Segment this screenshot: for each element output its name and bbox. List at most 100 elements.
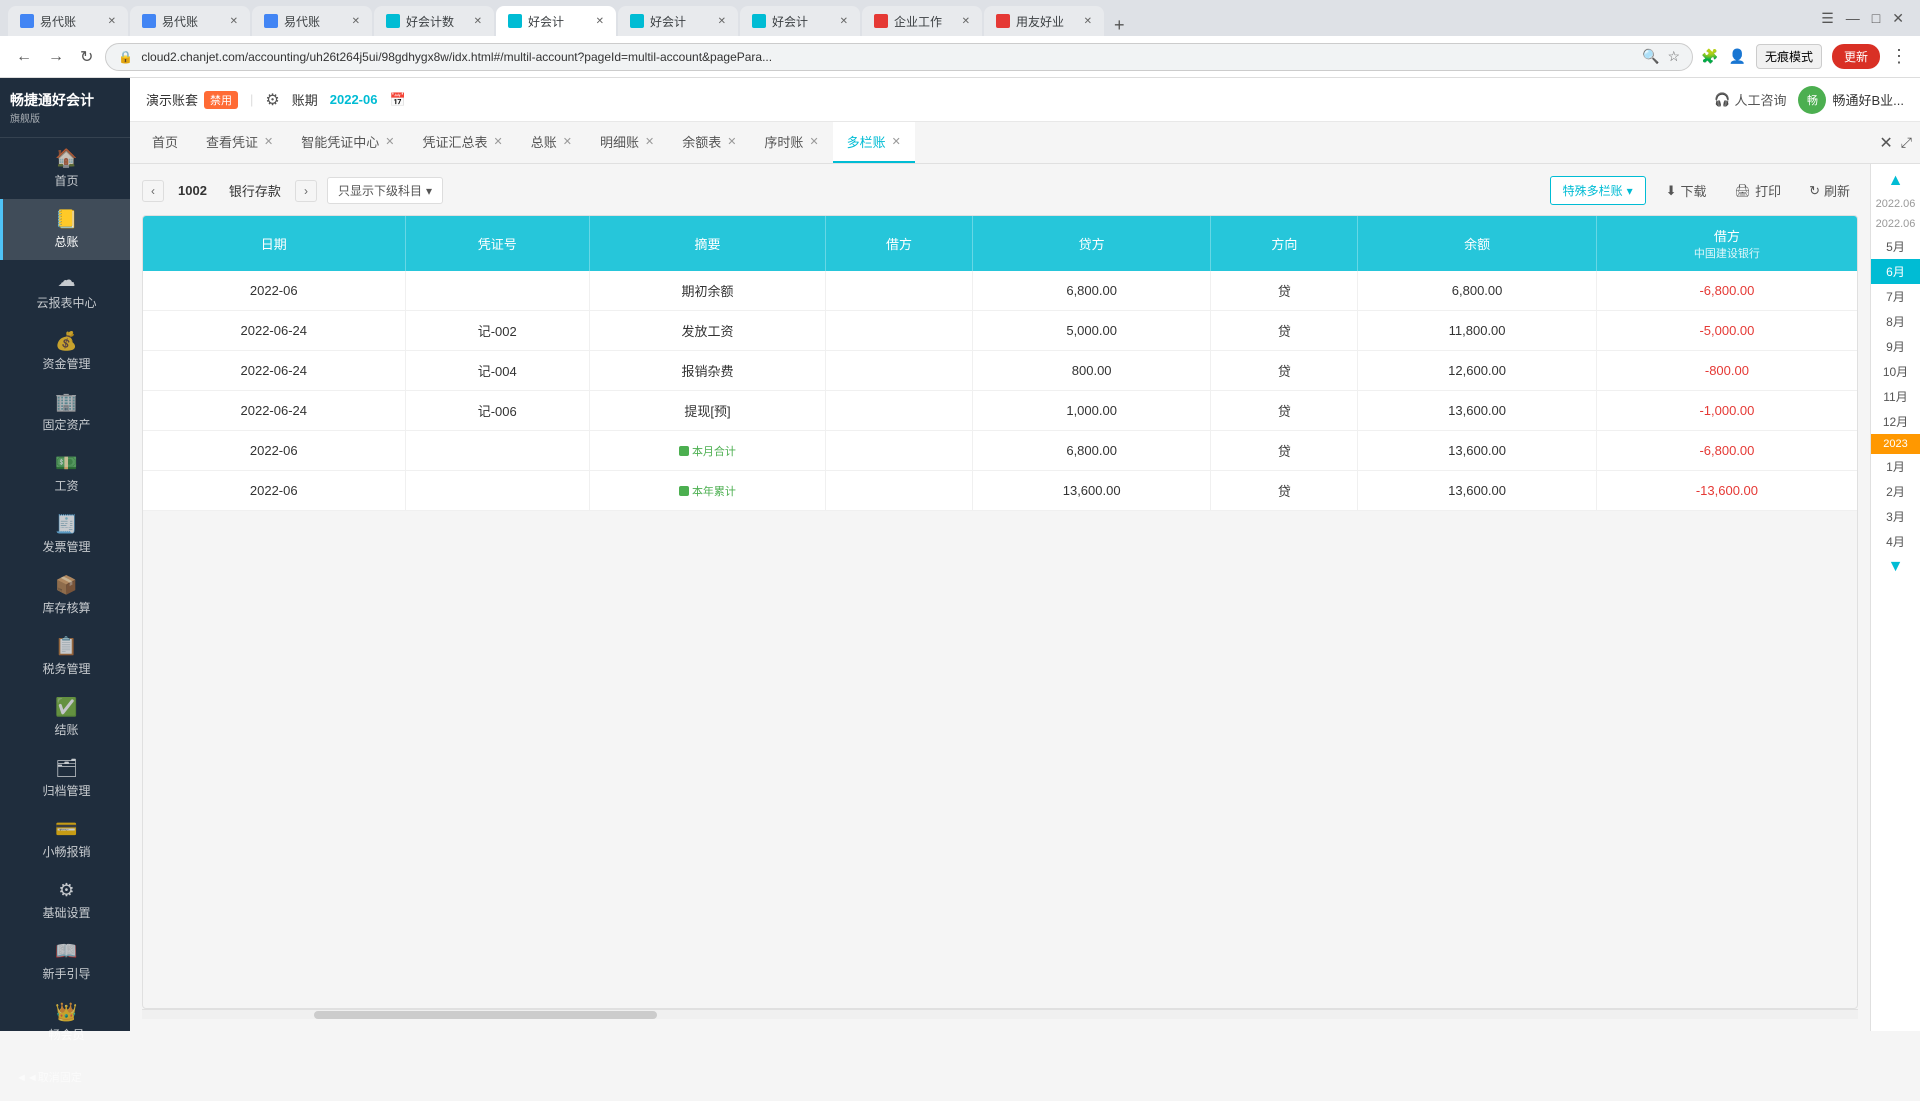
sidebar-item-inventory[interactable]: 📦 库存核算 <box>0 565 130 626</box>
browser-tab-8[interactable]: 企业工作 ✕ <box>862 6 982 36</box>
extensions-icon[interactable]: 🧩 <box>1701 48 1718 65</box>
settings-gear-icon[interactable]: ⚙ <box>265 90 279 110</box>
filter-dropdown[interactable]: 只显示下级科目 ▾ <box>327 177 443 204</box>
download-button[interactable]: ⬇ 下载 <box>1658 177 1715 204</box>
browser-tab-5[interactable]: 好会计 ✕ <box>496 6 616 36</box>
address-bar[interactable]: 🔒 cloud2.chanjet.com/accounting/uh26t264… <box>105 43 1693 71</box>
user-area[interactable]: 畅 畅通好B业... <box>1798 86 1904 114</box>
cell-voucher[interactable]: 记-002 <box>405 311 589 351</box>
page-tab-balance[interactable]: 余额表 ✕ <box>668 122 750 163</box>
page-tab-summary-close[interactable]: ✕ <box>494 135 503 148</box>
cell-voucher[interactable]: 记-004 <box>405 351 589 391</box>
prev-account-button[interactable]: ‹ <box>142 180 164 202</box>
update-button[interactable]: 更新 <box>1832 44 1880 69</box>
page-tab-smart[interactable]: 智能凭证中心 ✕ <box>287 122 408 163</box>
page-tab-voucher-close[interactable]: ✕ <box>264 135 273 148</box>
timeline-month-6[interactable]: 6月 <box>1871 259 1920 284</box>
special-multicolumn-button[interactable]: 特殊多栏账 ▾ <box>1550 176 1646 205</box>
page-tab-detail[interactable]: 明细账 ✕ <box>586 122 668 163</box>
scrollbar-thumb[interactable] <box>314 1011 657 1019</box>
tab-close-9[interactable]: ✕ <box>1084 16 1092 27</box>
page-tab-summary[interactable]: 凭证汇总表 ✕ <box>408 122 516 163</box>
user-profile-icon[interactable]: 👤 <box>1729 48 1746 65</box>
sidebar-item-home[interactable]: 🏠 首页 <box>0 138 130 199</box>
tab-close-3[interactable]: ✕ <box>352 16 360 27</box>
page-tab-detail-close[interactable]: ✕ <box>645 135 654 148</box>
tab-close-4[interactable]: ✕ <box>474 16 482 27</box>
panel-expand-icon[interactable]: ⤢ <box>1901 134 1912 151</box>
consult-button[interactable]: 🎧 人工咨询 <box>1714 90 1786 109</box>
page-tab-sequence[interactable]: 序时账 ✕ <box>750 122 832 163</box>
page-tab-home[interactable]: 首页 <box>138 122 192 163</box>
timeline-down-arrow[interactable]: ▼ <box>1884 554 1908 580</box>
refresh-button[interactable]: ↻ 刷新 <box>1801 177 1858 204</box>
more-options-icon[interactable]: ⋮ <box>1890 46 1908 67</box>
timeline-month-9[interactable]: 9月 <box>1871 334 1920 359</box>
browser-tab-7[interactable]: 好会计 ✕ <box>740 6 860 36</box>
sidebar-item-asset[interactable]: 🏢 固定资产 <box>0 382 130 443</box>
page-tab-voucher[interactable]: 查看凭证 ✕ <box>192 122 287 163</box>
browser-tab-4[interactable]: 好会计数 ✕ <box>374 6 494 36</box>
timeline-month-11[interactable]: 11月 <box>1871 384 1920 409</box>
sidebar-item-settings[interactable]: ⚙ 基础设置 <box>0 870 130 931</box>
bookmark-icon[interactable]: ☆ <box>1668 48 1681 65</box>
tab-close-1[interactable]: ✕ <box>108 16 116 27</box>
browser-right-controls: 🧩 👤 无痕模式 更新 ⋮ <box>1701 44 1908 69</box>
sidebar-item-guide[interactable]: 📖 新手引导 <box>0 931 130 992</box>
calendar-icon[interactable]: 📅 <box>389 92 405 108</box>
pin-button[interactable]: ◄◄取消固定 <box>10 1063 120 1091</box>
browser-tab-1[interactable]: 易代账 ✕ <box>8 6 128 36</box>
search-icon[interactable]: 🔍 <box>1642 48 1659 65</box>
browser-tab-2[interactable]: 易代账 ✕ <box>130 6 250 36</box>
tab-list-icon[interactable]: ☰ <box>1821 10 1834 27</box>
timeline-month-12[interactable]: 12月 <box>1871 409 1920 434</box>
page-tab-smart-close[interactable]: ✕ <box>385 135 394 148</box>
maximize-btn[interactable]: □ <box>1872 10 1880 26</box>
panel-close-icon[interactable]: ✕ <box>1875 129 1896 157</box>
tab-close-6[interactable]: ✕ <box>718 16 726 27</box>
sidebar-item-fund[interactable]: 💰 资金管理 <box>0 321 130 382</box>
sidebar-item-salary[interactable]: 💵 工资 <box>0 443 130 504</box>
page-tab-general[interactable]: 总账 ✕ <box>517 122 586 163</box>
back-button[interactable]: ← <box>12 44 36 70</box>
sidebar-item-settle[interactable]: ✅ 结账 <box>0 687 130 748</box>
reload-button[interactable]: ↻ <box>76 43 97 71</box>
sidebar-item-archive[interactable]: 🗂 归档管理 <box>0 748 130 809</box>
page-tab-general-close[interactable]: ✕ <box>563 135 572 148</box>
new-tab-button[interactable]: + <box>1106 15 1133 36</box>
close-btn[interactable]: ✕ <box>1892 10 1904 27</box>
page-tab-balance-close[interactable]: ✕ <box>727 135 736 148</box>
tab-close-8[interactable]: ✕ <box>962 16 970 27</box>
tab-close-2[interactable]: ✕ <box>230 16 238 27</box>
browser-tab-9[interactable]: 用友好业 ✕ <box>984 6 1104 36</box>
no-trace-button[interactable]: 无痕模式 <box>1756 44 1822 69</box>
browser-tab-3[interactable]: 易代账 ✕ <box>252 6 372 36</box>
timeline-month-2023-3[interactable]: 3月 <box>1871 504 1920 529</box>
timeline-month-7[interactable]: 7月 <box>1871 284 1920 309</box>
timeline-month-5[interactable]: 5月 <box>1871 234 1920 259</box>
horizontal-scrollbar[interactable] <box>142 1009 1858 1019</box>
sidebar-item-member[interactable]: 👑 畅会员 <box>0 992 130 1053</box>
browser-tab-6[interactable]: 好会计 ✕ <box>618 6 738 36</box>
timeline-month-8[interactable]: 8月 <box>1871 309 1920 334</box>
sidebar-item-tax[interactable]: 📋 税务管理 <box>0 626 130 687</box>
next-account-button[interactable]: › <box>295 180 317 202</box>
print-button[interactable]: 🖨 打印 <box>1727 177 1790 204</box>
timeline-month-2023-1[interactable]: 1月 <box>1871 454 1920 479</box>
sidebar-item-invoice[interactable]: 🧾 发票管理 <box>0 504 130 565</box>
tab-close-7[interactable]: ✕ <box>840 16 848 27</box>
page-tab-multicolumn[interactable]: 多栏账 ✕ <box>833 122 915 163</box>
forward-button[interactable]: → <box>44 44 68 70</box>
tab-close-5[interactable]: ✕ <box>596 16 604 27</box>
timeline-month-2023-2[interactable]: 2月 <box>1871 479 1920 504</box>
timeline-month-10[interactable]: 10月 <box>1871 359 1920 384</box>
page-tab-sequence-close[interactable]: ✕ <box>809 135 818 148</box>
sidebar-item-expense[interactable]: 💳 小畅报销 <box>0 809 130 870</box>
sidebar-item-report[interactable]: ☁ 云报表中心 <box>0 260 130 321</box>
timeline-up-arrow[interactable]: ▲ <box>1884 168 1908 194</box>
sidebar-item-ledger[interactable]: 📒 总账 <box>0 199 130 260</box>
cell-voucher[interactable]: 记-006 <box>405 391 589 431</box>
page-tab-multicolumn-close[interactable]: ✕ <box>892 135 901 148</box>
timeline-month-2023-4[interactable]: 4月 <box>1871 529 1920 554</box>
minimize-btn[interactable]: — <box>1846 10 1860 26</box>
